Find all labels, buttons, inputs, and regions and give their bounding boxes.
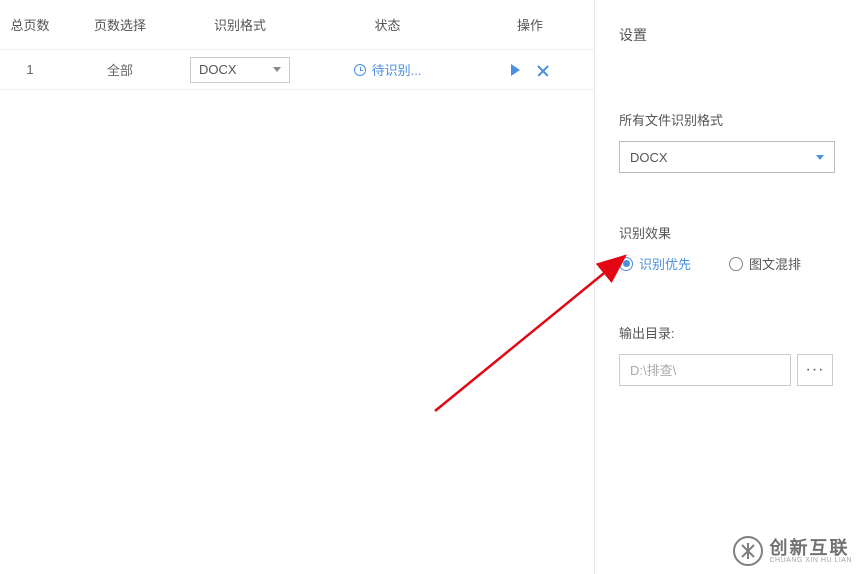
- output-dir-label: 输出目录:: [619, 323, 840, 342]
- all-files-format-label: 所有文件识别格式: [619, 110, 840, 129]
- radio-label: 图文混排: [749, 254, 801, 273]
- format-select-value: DOCX: [199, 62, 237, 77]
- watermark: 创新互联 CHUANG XIN HU LIAN: [733, 536, 852, 566]
- radio-label: 识别优先: [639, 254, 691, 273]
- chevron-down-icon: [816, 155, 824, 160]
- chevron-down-icon: [273, 67, 281, 72]
- effect-radio-group: 识别优先 图文混排: [619, 254, 840, 273]
- output-dir-input[interactable]: [619, 354, 791, 386]
- radio-recognition-priority[interactable]: 识别优先: [619, 254, 691, 273]
- table-row: 1 全部 DOCX 待识别...: [0, 50, 594, 90]
- clock-icon: [354, 64, 366, 76]
- play-icon[interactable]: [511, 64, 520, 76]
- table-header: 总页数 页数选择 识别格式 状态 操作: [0, 0, 594, 50]
- radio-unchecked-icon: [729, 257, 743, 271]
- watermark-en: CHUANG XIN HU LIAN: [769, 557, 852, 564]
- watermark-cn: 创新互联: [769, 539, 852, 557]
- all-files-format-select[interactable]: DOCX: [619, 141, 835, 173]
- cell-pages: 1: [0, 62, 60, 77]
- settings-title: 设置: [619, 25, 840, 45]
- status-cell: 待识别...: [300, 60, 475, 79]
- effect-label: 识别效果: [619, 223, 840, 242]
- header-status: 状态: [300, 15, 475, 34]
- format-select[interactable]: DOCX: [190, 57, 290, 83]
- browse-button[interactable]: ···: [797, 354, 833, 386]
- watermark-logo-icon: [733, 536, 763, 566]
- header-format: 识别格式: [180, 15, 300, 34]
- header-action: 操作: [475, 15, 585, 34]
- status-text: 待识别...: [372, 60, 422, 79]
- radio-checked-icon: [619, 257, 633, 271]
- close-icon[interactable]: [536, 63, 550, 77]
- side-panel: 设置 所有文件识别格式 DOCX 识别效果 识别优先 图文混排 输出目录: ··…: [595, 0, 858, 574]
- radio-image-text-mixed[interactable]: 图文混排: [729, 254, 801, 273]
- header-pages: 总页数: [0, 15, 60, 34]
- header-page-select: 页数选择: [60, 15, 180, 34]
- main-panel: 总页数 页数选择 识别格式 状态 操作 1 全部 DOCX 待识别...: [0, 0, 595, 574]
- all-files-format-value: DOCX: [630, 150, 668, 165]
- cell-page-select[interactable]: 全部: [60, 60, 180, 79]
